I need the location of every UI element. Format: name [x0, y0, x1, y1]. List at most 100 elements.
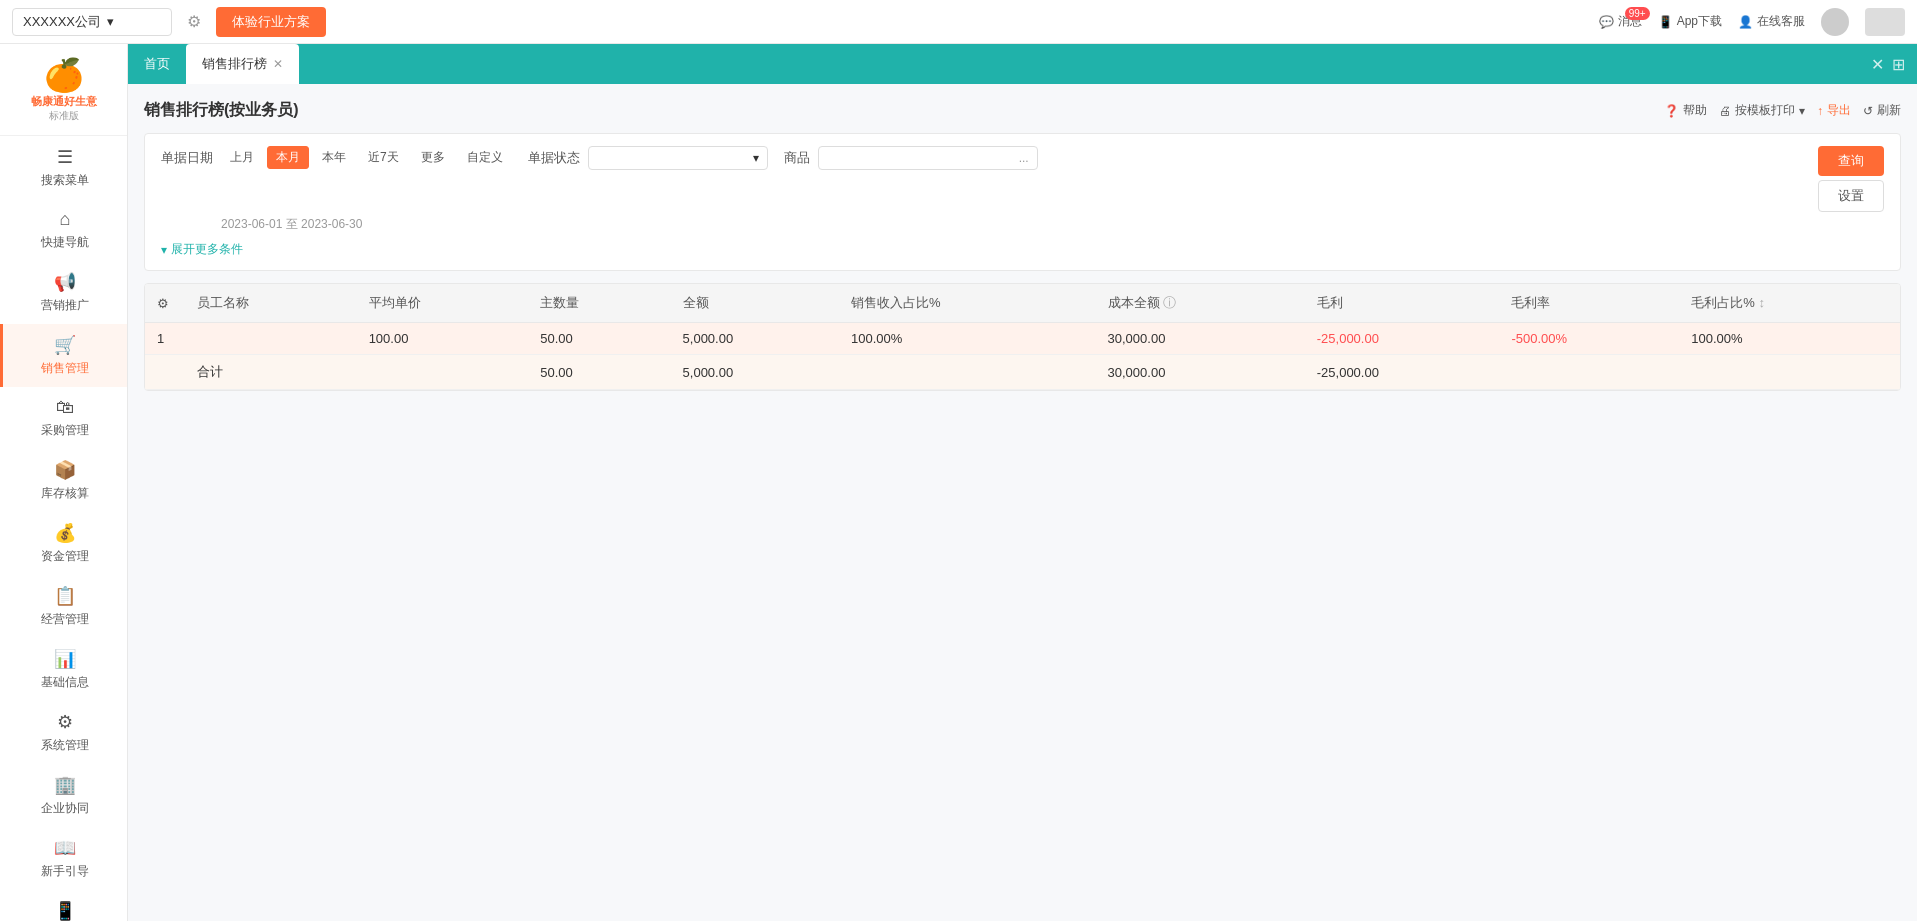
sidebar-item-operations[interactable]: 📋 经营管理: [0, 575, 127, 638]
date-tabs: 上月 本月 本年 近7天 更多 自定义: [221, 146, 512, 169]
date-tab-cur[interactable]: 本月: [267, 146, 309, 169]
setting-button[interactable]: 设置: [1818, 180, 1884, 212]
cell-amount: 5,000.00: [671, 323, 840, 355]
date-tab-prev[interactable]: 上月: [221, 146, 263, 169]
help-btn[interactable]: ❓ 帮助: [1664, 102, 1707, 119]
sidebar: 🍊 畅康通好生意 标准版 ☰ 搜索菜单 ⌂ 快捷导航 📢 营销推广 🛒 销售管理…: [0, 44, 128, 921]
message-icon: 💬: [1599, 15, 1614, 29]
tab-home-label: 首页: [144, 55, 170, 73]
sidebar-item-sales[interactable]: 🛒 销售管理: [0, 324, 127, 387]
online-service-btn[interactable]: 👤 在线客服: [1738, 13, 1805, 30]
date-filter-label: 单据日期: [161, 149, 213, 167]
sidebar-item-purchase[interactable]: 🛍 采购管理: [0, 387, 127, 449]
tab-sales-rank[interactable]: 销售排行榜 ✕: [186, 44, 299, 84]
home-icon: ⌂: [60, 209, 71, 230]
tab-expand-icon[interactable]: ⊞: [1892, 55, 1905, 74]
export-btn[interactable]: ↑ 导出: [1817, 102, 1851, 119]
table-row: 1 100.00 50.00 5,000.00 100.00% 30,000.0…: [145, 323, 1900, 355]
avatar[interactable]: [1821, 8, 1849, 36]
filter-area: 单据日期 上月 本月 本年 近7天 更多 自定义 单据状态: [144, 133, 1901, 271]
footer-avg-price: [357, 355, 529, 390]
tab-minimize-icon[interactable]: ✕: [1871, 55, 1884, 74]
sales-icon: 🛒: [54, 334, 76, 356]
sidebar-item-nav[interactable]: ⌂ 快捷导航: [0, 199, 127, 261]
table-footer-row: 合计 50.00 5,000.00 30,000.00 -25,000.00: [145, 355, 1900, 390]
settings-icon[interactable]: ⚙: [157, 296, 169, 311]
sidebar-item-inventory[interactable]: 📦 库存核算: [0, 449, 127, 512]
app-icon: 📱: [1658, 15, 1673, 29]
tab-home[interactable]: 首页: [128, 44, 186, 84]
query-button[interactable]: 查询: [1818, 146, 1884, 176]
sidebar-item-basic[interactable]: 📊 基础信息: [0, 638, 127, 701]
main-layout: 🍊 畅康通好生意 标准版 ☰ 搜索菜单 ⌂ 快捷导航 📢 营销推广 🛒 销售管理…: [0, 44, 1917, 921]
status-select[interactable]: ▾: [588, 146, 768, 170]
goods-more-icon[interactable]: ...: [1019, 151, 1029, 165]
sidebar-item-guide[interactable]: 📖 新手引导: [0, 827, 127, 890]
footer-cost: 30,000.00: [1096, 355, 1305, 390]
tab-bar: 首页 销售排行榜 ✕ ✕ ⊞: [128, 44, 1917, 84]
expand-more-btn[interactable]: ▾ 展开更多条件: [161, 241, 1884, 258]
sidebar-logo: 🍊 畅康通好生意 标准版: [0, 44, 127, 136]
refresh-btn[interactable]: ↺ 刷新: [1863, 102, 1901, 119]
footer-gross-rate: [1499, 355, 1679, 390]
cell-rank: 1: [145, 323, 185, 355]
goods-filter: 商品 ...: [784, 146, 1038, 170]
inventory-icon: 📦: [54, 459, 76, 481]
settings-icon[interactable]: ⚙: [180, 8, 208, 36]
date-tab-year[interactable]: 本年: [313, 146, 355, 169]
sidebar-label-finance: 资金管理: [41, 548, 89, 565]
cell-cost: 30,000.00: [1096, 323, 1305, 355]
gross-pct-help-icon[interactable]: ↕: [1758, 295, 1765, 310]
logo-sub: 标准版: [49, 109, 79, 123]
trial-button[interactable]: 体验行业方案: [216, 7, 326, 37]
page-actions: ❓ 帮助 🖨 按模板打印 ▾ ↑ 导出 ↺ 刷新: [1664, 102, 1901, 119]
print-icon: 🖨: [1719, 104, 1731, 118]
app-download-btn[interactable]: 📱 App下载: [1658, 13, 1722, 30]
th-amount: 全额: [671, 284, 840, 323]
cell-gross-pct: 100.00%: [1679, 323, 1900, 355]
export-label: 导出: [1827, 102, 1851, 119]
logo-text: 畅康通好生意: [31, 94, 97, 109]
status-filter-label: 单据状态: [528, 149, 580, 167]
sidebar-item-marketing[interactable]: 📢 营销推广: [0, 261, 127, 324]
refresh-icon: ↺: [1863, 104, 1873, 118]
sidebar-label-nav: 快捷导航: [41, 234, 89, 251]
goods-input[interactable]: ...: [818, 146, 1038, 170]
purchase-icon: 🛍: [56, 397, 74, 418]
enterprise-icon: 🏢: [54, 774, 76, 796]
cost-help-icon[interactable]: ⓘ: [1163, 295, 1176, 310]
date-tab-7days[interactable]: 近7天: [359, 146, 408, 169]
sidebar-item-search[interactable]: ☰ 搜索菜单: [0, 136, 127, 199]
cell-name: [185, 323, 357, 355]
sidebar-item-finance[interactable]: 💰 资金管理: [0, 512, 127, 575]
sidebar-item-apps[interactable]: 📱 应用中心: [0, 890, 127, 921]
company-selector[interactable]: XXXXXX公司 ▾: [12, 8, 172, 36]
print-btn[interactable]: 🖨 按模板打印 ▾: [1719, 102, 1805, 119]
sidebar-item-system[interactable]: ⚙ 系统管理: [0, 701, 127, 764]
cell-sales-pct: 100.00%: [839, 323, 1095, 355]
status-filter: 单据状态 ▾: [528, 146, 768, 170]
date-tab-custom[interactable]: 自定义: [458, 146, 512, 169]
service-icon: 👤: [1738, 15, 1753, 29]
date-tab-more[interactable]: 更多: [412, 146, 454, 169]
table-container: ⚙ 员工名称 平均单价 主数量 全额 销售收入占比% 成本全额 ⓘ 毛利: [144, 283, 1901, 391]
system-icon: ⚙: [57, 711, 73, 733]
top-header: XXXXXX公司 ▾ ⚙ 体验行业方案 💬 消息 99+ 📱 App下载 👤 在…: [0, 0, 1917, 44]
date-range-text: 2023-06-01 至 2023-06-30: [221, 217, 362, 231]
sidebar-label-search: 搜索菜单: [41, 172, 89, 189]
date-filter: 单据日期 上月 本月 本年 近7天 更多 自定义: [161, 146, 512, 169]
sidebar-label-system: 系统管理: [41, 737, 89, 754]
sidebar-label-sales: 销售管理: [41, 360, 89, 377]
cell-avg-price: 100.00: [357, 323, 529, 355]
footer-gross: -25,000.00: [1305, 355, 1500, 390]
finance-icon: 💰: [54, 522, 76, 544]
footer-amount: 5,000.00: [671, 355, 840, 390]
logo-icon: 🍊: [44, 56, 84, 94]
sidebar-label-guide: 新手引导: [41, 863, 89, 880]
message-btn[interactable]: 💬 消息 99+: [1599, 13, 1642, 30]
user-name[interactable]: [1865, 8, 1905, 36]
operations-icon: 📋: [54, 585, 76, 607]
help-label: 帮助: [1683, 102, 1707, 119]
sidebar-item-enterprise[interactable]: 🏢 企业协同: [0, 764, 127, 827]
tab-close-icon[interactable]: ✕: [273, 57, 283, 71]
